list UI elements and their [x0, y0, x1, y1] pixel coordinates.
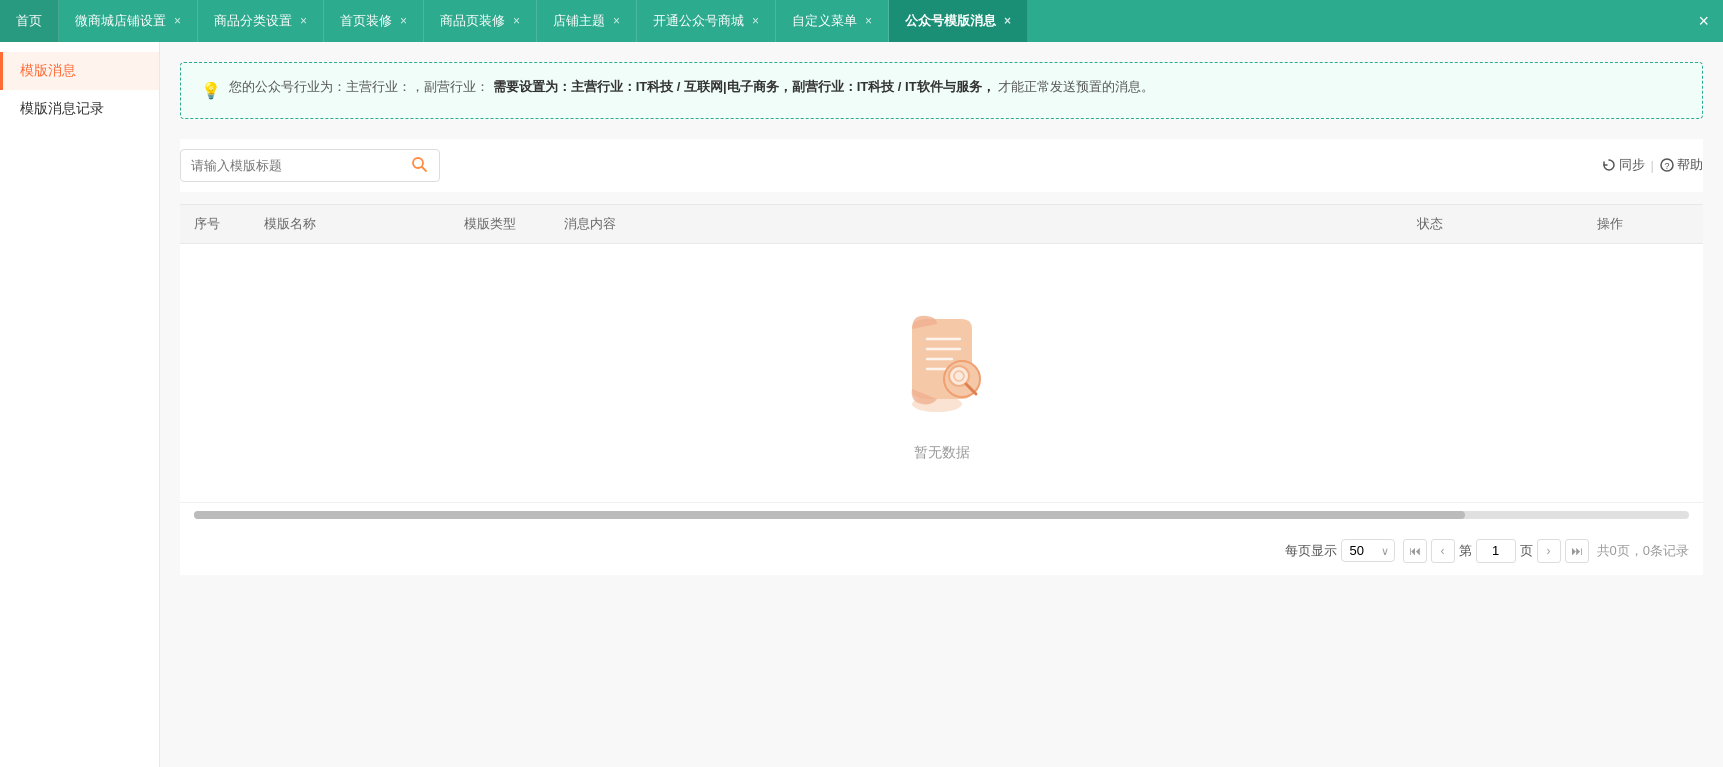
col-header-content: 消息内容: [550, 204, 1403, 243]
table-header: 序号 模版名称 模版类型 消息内容 状态 操作: [180, 204, 1703, 243]
search-button[interactable]: [401, 150, 437, 181]
close-tab-homepage[interactable]: ×: [400, 14, 407, 28]
close-tab-theme[interactable]: ×: [613, 14, 620, 28]
close-tab-category[interactable]: ×: [300, 14, 307, 28]
scrollbar-track: [194, 511, 1689, 519]
tab-productpage-label: 商品页装修: [440, 12, 505, 30]
main-layout: 模版消息 模版消息记录 💡 您的公众号行业为：主营行业：，副营行业： 需要设置为…: [0, 42, 1723, 767]
next-page-button[interactable]: ›: [1537, 539, 1561, 563]
tab-category[interactable]: 商品分类设置 ×: [198, 0, 324, 42]
sync-label: 同步: [1619, 156, 1645, 174]
tab-homepage-label: 首页装修: [340, 12, 392, 30]
tab-mall[interactable]: 开通公众号商城 ×: [637, 0, 776, 42]
first-page-button[interactable]: ⏮: [1403, 539, 1427, 563]
help-icon: ?: [1660, 158, 1674, 172]
search-input[interactable]: [181, 152, 401, 179]
close-tab-mall[interactable]: ×: [752, 14, 759, 28]
help-label: 帮助: [1677, 156, 1703, 174]
help-button[interactable]: ? 帮助: [1660, 156, 1703, 174]
close-tab-weishop[interactable]: ×: [174, 14, 181, 28]
pagination: 每页显示 50 20 100 ⏮ ‹ 第 页 › ⏭ 共0页，0条记录: [180, 527, 1703, 575]
notice-box: 💡 您的公众号行业为：主营行业：，副营行业： 需要设置为：主营行业：IT科技 /…: [180, 62, 1703, 119]
notice-text: 您的公众号行业为：主营行业：，副营行业： 需要设置为：主营行业：IT科技 / 互…: [229, 77, 1154, 98]
toolbar-right: 同步 | ? 帮助: [1602, 156, 1703, 174]
col-header-type: 模版类型: [450, 204, 550, 243]
tab-home-label: 首页: [16, 12, 42, 30]
empty-state: 暂无数据: [180, 244, 1703, 502]
search-wrap: [180, 149, 440, 182]
tab-theme-label: 店铺主题: [553, 12, 605, 30]
svg-text:?: ?: [1664, 161, 1669, 171]
sync-icon: [1602, 158, 1616, 172]
tab-category-label: 商品分类设置: [214, 12, 292, 30]
last-page-button[interactable]: ⏭: [1565, 539, 1589, 563]
close-tab-productpage[interactable]: ×: [513, 14, 520, 28]
empty-illustration: [882, 304, 1002, 424]
notice-text-before: 您的公众号行业为：主营行业：，副营行业：: [229, 79, 489, 94]
close-all-button[interactable]: ×: [1684, 0, 1723, 42]
col-header-status: 状态: [1403, 204, 1583, 243]
col-header-seq: 序号: [180, 204, 250, 243]
content-area: 💡 您的公众号行业为：主营行业：，副营行业： 需要设置为：主营行业：IT科技 /…: [160, 42, 1723, 767]
page-input[interactable]: [1476, 539, 1516, 563]
sidebar-item-template-msg[interactable]: 模版消息: [0, 52, 159, 90]
sidebar: 模版消息 模版消息记录: [0, 42, 160, 767]
page-size-select: 每页显示 50 20 100: [1285, 539, 1395, 562]
tab-template-label: 公众号模版消息: [905, 12, 996, 30]
toolbar-divider: |: [1651, 158, 1654, 173]
page-label: 第: [1459, 542, 1472, 560]
tab-homepage[interactable]: 首页装修 ×: [324, 0, 424, 42]
empty-text: 暂无数据: [200, 444, 1683, 462]
svg-line-1: [422, 167, 426, 171]
data-table: 序号 模版名称 模版类型 消息内容 状态 操作: [180, 204, 1703, 502]
table-body: 暂无数据: [180, 243, 1703, 502]
notice-text-after: 才能正常发送预置的消息。: [998, 79, 1154, 94]
horizontal-scrollbar[interactable]: [180, 502, 1703, 527]
notice-highlight: 需要设置为：主营行业：IT科技 / 互联网|电子商务，副营行业：IT科技 / I…: [493, 79, 995, 94]
sidebar-item-template-record[interactable]: 模版消息记录: [0, 90, 159, 128]
page-unit: 页: [1520, 542, 1533, 560]
prev-page-button[interactable]: ‹: [1431, 539, 1455, 563]
top-navigation: 首页 微商城店铺设置 × 商品分类设置 × 首页装修 × 商品页装修 × 店铺主…: [0, 0, 1723, 42]
col-header-name: 模版名称: [250, 204, 450, 243]
page-total: 共0页，0条记录: [1597, 542, 1689, 560]
sync-button[interactable]: 同步: [1602, 156, 1645, 174]
tab-custommenu[interactable]: 自定义菜单 ×: [776, 0, 889, 42]
tab-home[interactable]: 首页: [0, 0, 59, 42]
tab-weishop[interactable]: 微商城店铺设置 ×: [59, 0, 198, 42]
page-nav: ⏮ ‹ 第 页 › ⏭: [1403, 539, 1589, 563]
page-size-wrap: 50 20 100: [1341, 539, 1395, 562]
tab-theme[interactable]: 店铺主题 ×: [537, 0, 637, 42]
col-header-action: 操作: [1583, 204, 1703, 243]
tab-custommenu-label: 自定义菜单: [792, 12, 857, 30]
search-icon: [411, 156, 427, 172]
close-tab-custommenu[interactable]: ×: [865, 14, 872, 28]
sidebar-item-template-msg-label: 模版消息: [20, 62, 76, 78]
tab-weishop-label: 微商城店铺设置: [75, 12, 166, 30]
sidebar-item-template-record-label: 模版消息记录: [20, 100, 104, 116]
toolbar: 同步 | ? 帮助: [180, 139, 1703, 192]
tab-productpage[interactable]: 商品页装修 ×: [424, 0, 537, 42]
close-tab-template[interactable]: ×: [1004, 14, 1011, 28]
notice-icon: 💡: [201, 78, 221, 104]
scrollbar-thumb[interactable]: [194, 511, 1465, 519]
page-size-label: 每页显示: [1285, 542, 1337, 560]
page-size-dropdown[interactable]: 50 20 100: [1341, 539, 1395, 562]
tab-template[interactable]: 公众号模版消息 ×: [889, 0, 1028, 42]
tab-mall-label: 开通公众号商城: [653, 12, 744, 30]
